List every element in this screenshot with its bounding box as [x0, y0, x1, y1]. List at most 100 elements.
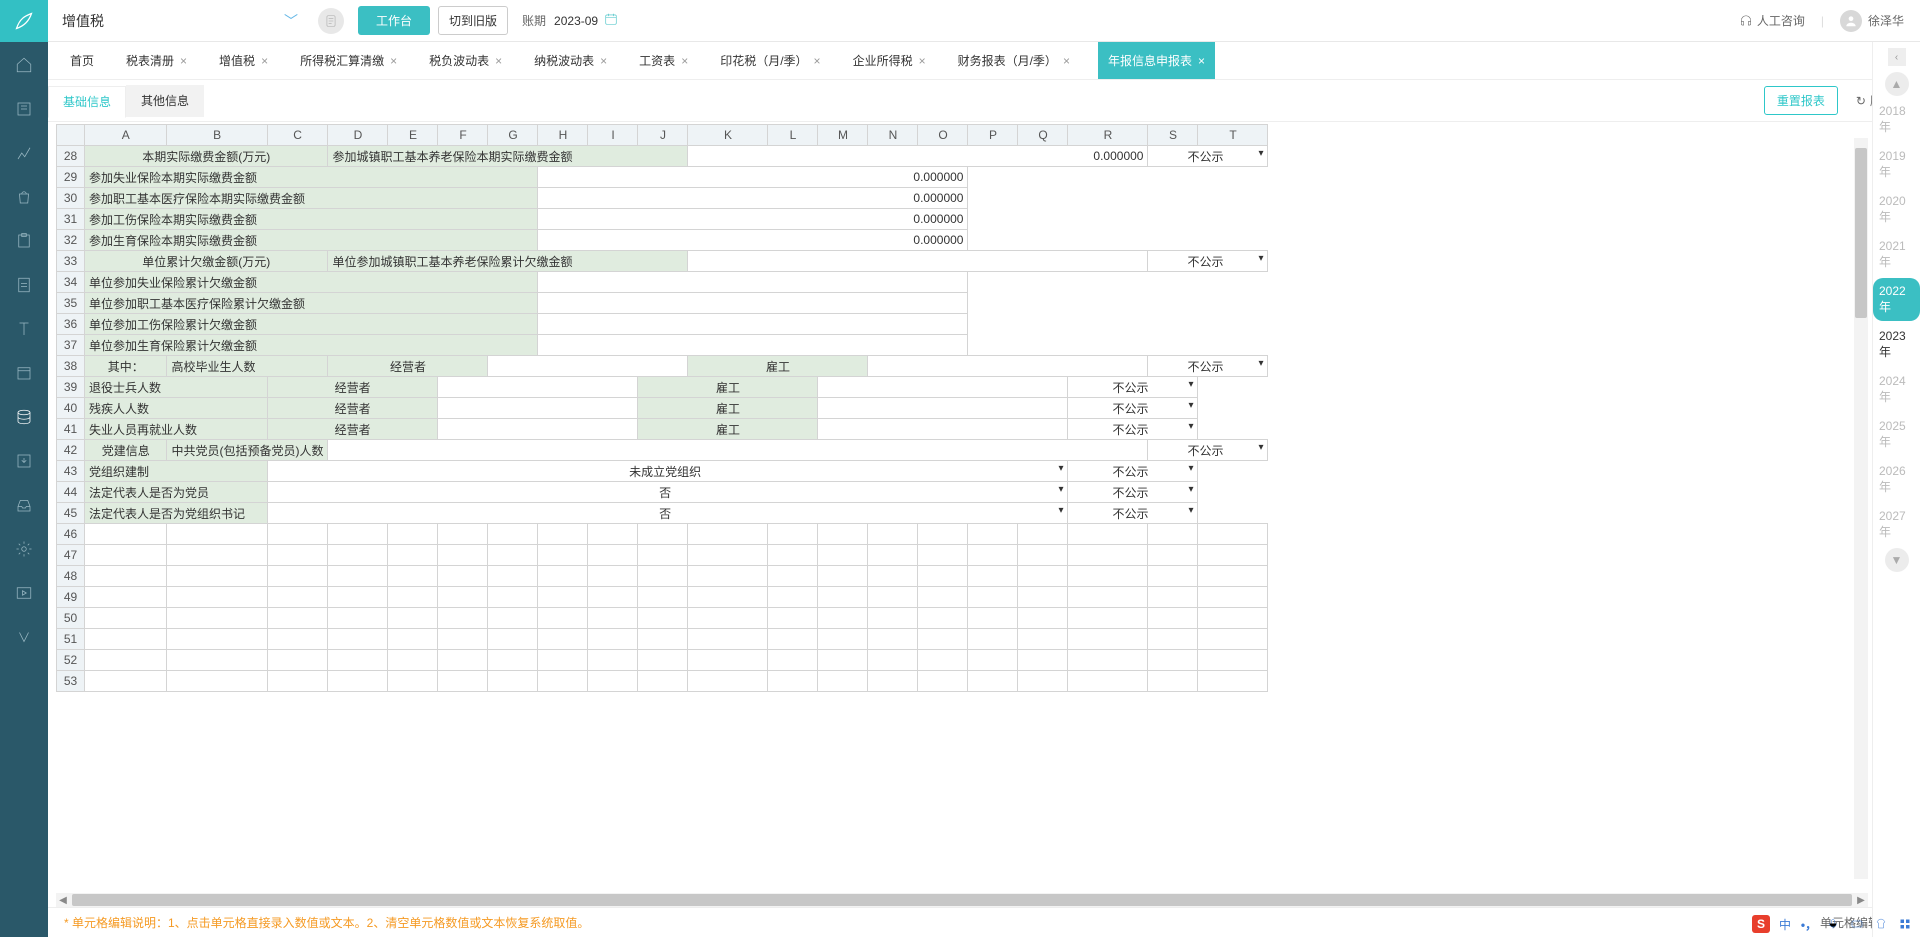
value-cell[interactable]: 0.000000 — [538, 230, 968, 251]
year-up-button[interactable]: ▲ — [1885, 72, 1909, 96]
col-header-D[interactable]: D — [328, 125, 388, 146]
col-header-O[interactable]: O — [918, 125, 968, 146]
year-2021年[interactable]: 2021年 — [1873, 233, 1920, 276]
disclose-cell[interactable]: 不公示 — [1068, 482, 1198, 503]
year-2018年[interactable]: 2018年 — [1873, 98, 1920, 141]
year-2023年[interactable]: 2023年 — [1873, 323, 1920, 366]
ime-keyboard-icon[interactable] — [1848, 915, 1866, 933]
tab-close-icon[interactable]: × — [1198, 54, 1205, 68]
tab-close-icon[interactable]: × — [919, 54, 926, 68]
nav-bag-icon[interactable] — [15, 188, 33, 206]
tab-0[interactable]: 首页 — [66, 42, 98, 79]
tab-4[interactable]: 税负波动表× — [425, 42, 506, 79]
value-cell[interactable] — [538, 293, 968, 314]
disclose-cell[interactable]: 不公示 — [1068, 461, 1198, 482]
nav-book-icon[interactable] — [15, 100, 33, 118]
nav-calendar-icon[interactable] — [15, 364, 33, 382]
tab-close-icon[interactable]: × — [1063, 54, 1070, 68]
disclose-cell[interactable]: 不公示 — [1068, 503, 1198, 524]
col-header-H[interactable]: H — [538, 125, 588, 146]
horizontal-scrollbar[interactable]: ◀▶ — [56, 893, 1868, 907]
year-2020年[interactable]: 2020年 — [1873, 188, 1920, 231]
year-2019年[interactable]: 2019年 — [1873, 143, 1920, 186]
value-cell[interactable] — [538, 335, 968, 356]
col-header-P[interactable]: P — [968, 125, 1018, 146]
row-header-32[interactable]: 32 — [57, 230, 85, 251]
col-header-K[interactable]: K — [688, 125, 768, 146]
year-down-button[interactable]: ▼ — [1885, 548, 1909, 572]
year-2026年[interactable]: 2026年 — [1873, 458, 1920, 501]
disclose-cell[interactable]: 不公示 — [1068, 419, 1198, 440]
rail-collapse-icon[interactable]: ‹ — [1888, 48, 1906, 66]
user-menu[interactable]: 徐泽华 — [1840, 10, 1904, 32]
col-header-M[interactable]: M — [818, 125, 868, 146]
row-header-29[interactable]: 29 — [57, 167, 85, 188]
tab-5[interactable]: 纳税波动表× — [530, 42, 611, 79]
ime-lang-icon[interactable]: 中 — [1776, 915, 1794, 933]
tab-9[interactable]: 财务报表（月/季）× — [954, 42, 1074, 79]
nav-home-icon[interactable] — [15, 56, 33, 74]
col-header-R[interactable]: R — [1068, 125, 1148, 146]
ime-punct-icon[interactable]: •， — [1800, 915, 1818, 933]
subtab-basic[interactable]: 基础信息 — [48, 86, 126, 118]
nav-v-icon[interactable] — [15, 628, 33, 646]
col-header-B[interactable]: B — [167, 125, 267, 146]
tab-7[interactable]: 印花税（月/季）× — [716, 42, 824, 79]
disclose-cell[interactable]: 不公示 — [1068, 398, 1198, 419]
consult-link[interactable]: 人工咨询 — [1739, 12, 1805, 29]
nav-calc-icon[interactable] — [15, 276, 33, 294]
tab-close-icon[interactable]: × — [600, 54, 607, 68]
col-header-Q[interactable]: Q — [1018, 125, 1068, 146]
col-header-G[interactable]: G — [488, 125, 538, 146]
col-header-T[interactable]: T — [1198, 125, 1268, 146]
tab-close-icon[interactable]: × — [261, 54, 268, 68]
col-header-S[interactable]: S — [1148, 125, 1198, 146]
nav-export-icon[interactable] — [15, 452, 33, 470]
nav-play-icon[interactable] — [15, 584, 33, 602]
row-header-31[interactable]: 31 — [57, 209, 85, 230]
workbench-button[interactable]: 工作台 — [358, 6, 430, 35]
value-cell[interactable] — [538, 272, 968, 293]
year-2022年[interactable]: 2022年 — [1873, 278, 1920, 321]
nav-chart-icon[interactable] — [15, 144, 33, 162]
tab-close-icon[interactable]: × — [495, 54, 502, 68]
disclose-cell[interactable]: 不公示 — [1068, 377, 1198, 398]
switch-old-button[interactable]: 切到旧版 — [438, 6, 508, 35]
col-header-I[interactable]: I — [588, 125, 638, 146]
app-logo[interactable] — [0, 0, 48, 42]
disclose-cell[interactable]: 不公示 — [1148, 440, 1268, 461]
tab-3[interactable]: 所得税汇算清缴× — [296, 42, 401, 79]
value-cell[interactable]: 0.000000 — [538, 167, 968, 188]
ime-mic-icon[interactable] — [1824, 915, 1842, 933]
sheet-corner[interactable] — [57, 125, 85, 146]
col-header-L[interactable]: L — [768, 125, 818, 146]
ime-tool-icon[interactable] — [1896, 915, 1914, 933]
year-2024年[interactable]: 2024年 — [1873, 368, 1920, 411]
disclose-cell[interactable]: 不公示 — [1148, 146, 1268, 167]
value-cell[interactable] — [538, 314, 968, 335]
col-header-A[interactable]: A — [85, 125, 167, 146]
col-header-E[interactable]: E — [388, 125, 438, 146]
nav-gear-icon[interactable] — [15, 540, 33, 558]
ime-skin-icon[interactable] — [1872, 915, 1890, 933]
tab-close-icon[interactable]: × — [814, 54, 821, 68]
reset-report-button[interactable]: 重置报表 — [1764, 86, 1838, 115]
ime-s-icon[interactable]: S — [1752, 915, 1770, 933]
value-cell[interactable] — [688, 251, 1148, 272]
tab-1[interactable]: 税表清册× — [122, 42, 191, 79]
tax-type-dropdown[interactable]: 增值税 ﹀ — [62, 11, 298, 31]
calendar-icon[interactable] — [604, 12, 618, 29]
tab-10[interactable]: 年报信息申报表× — [1098, 42, 1215, 79]
nav-text-icon[interactable] — [15, 320, 33, 338]
year-2025年[interactable]: 2025年 — [1873, 413, 1920, 456]
col-header-F[interactable]: F — [438, 125, 488, 146]
subtab-other[interactable]: 其他信息 — [126, 85, 204, 117]
tab-close-icon[interactable]: × — [681, 54, 688, 68]
value-cell[interactable]: 0.000000 — [538, 209, 968, 230]
nav-stack-icon[interactable] — [15, 408, 33, 426]
tab-close-icon[interactable]: × — [390, 54, 397, 68]
row-header-28[interactable]: 28 — [57, 146, 85, 167]
tab-8[interactable]: 企业所得税× — [849, 42, 930, 79]
year-2027年[interactable]: 2027年 — [1873, 503, 1920, 546]
tab-6[interactable]: 工资表× — [635, 42, 692, 79]
